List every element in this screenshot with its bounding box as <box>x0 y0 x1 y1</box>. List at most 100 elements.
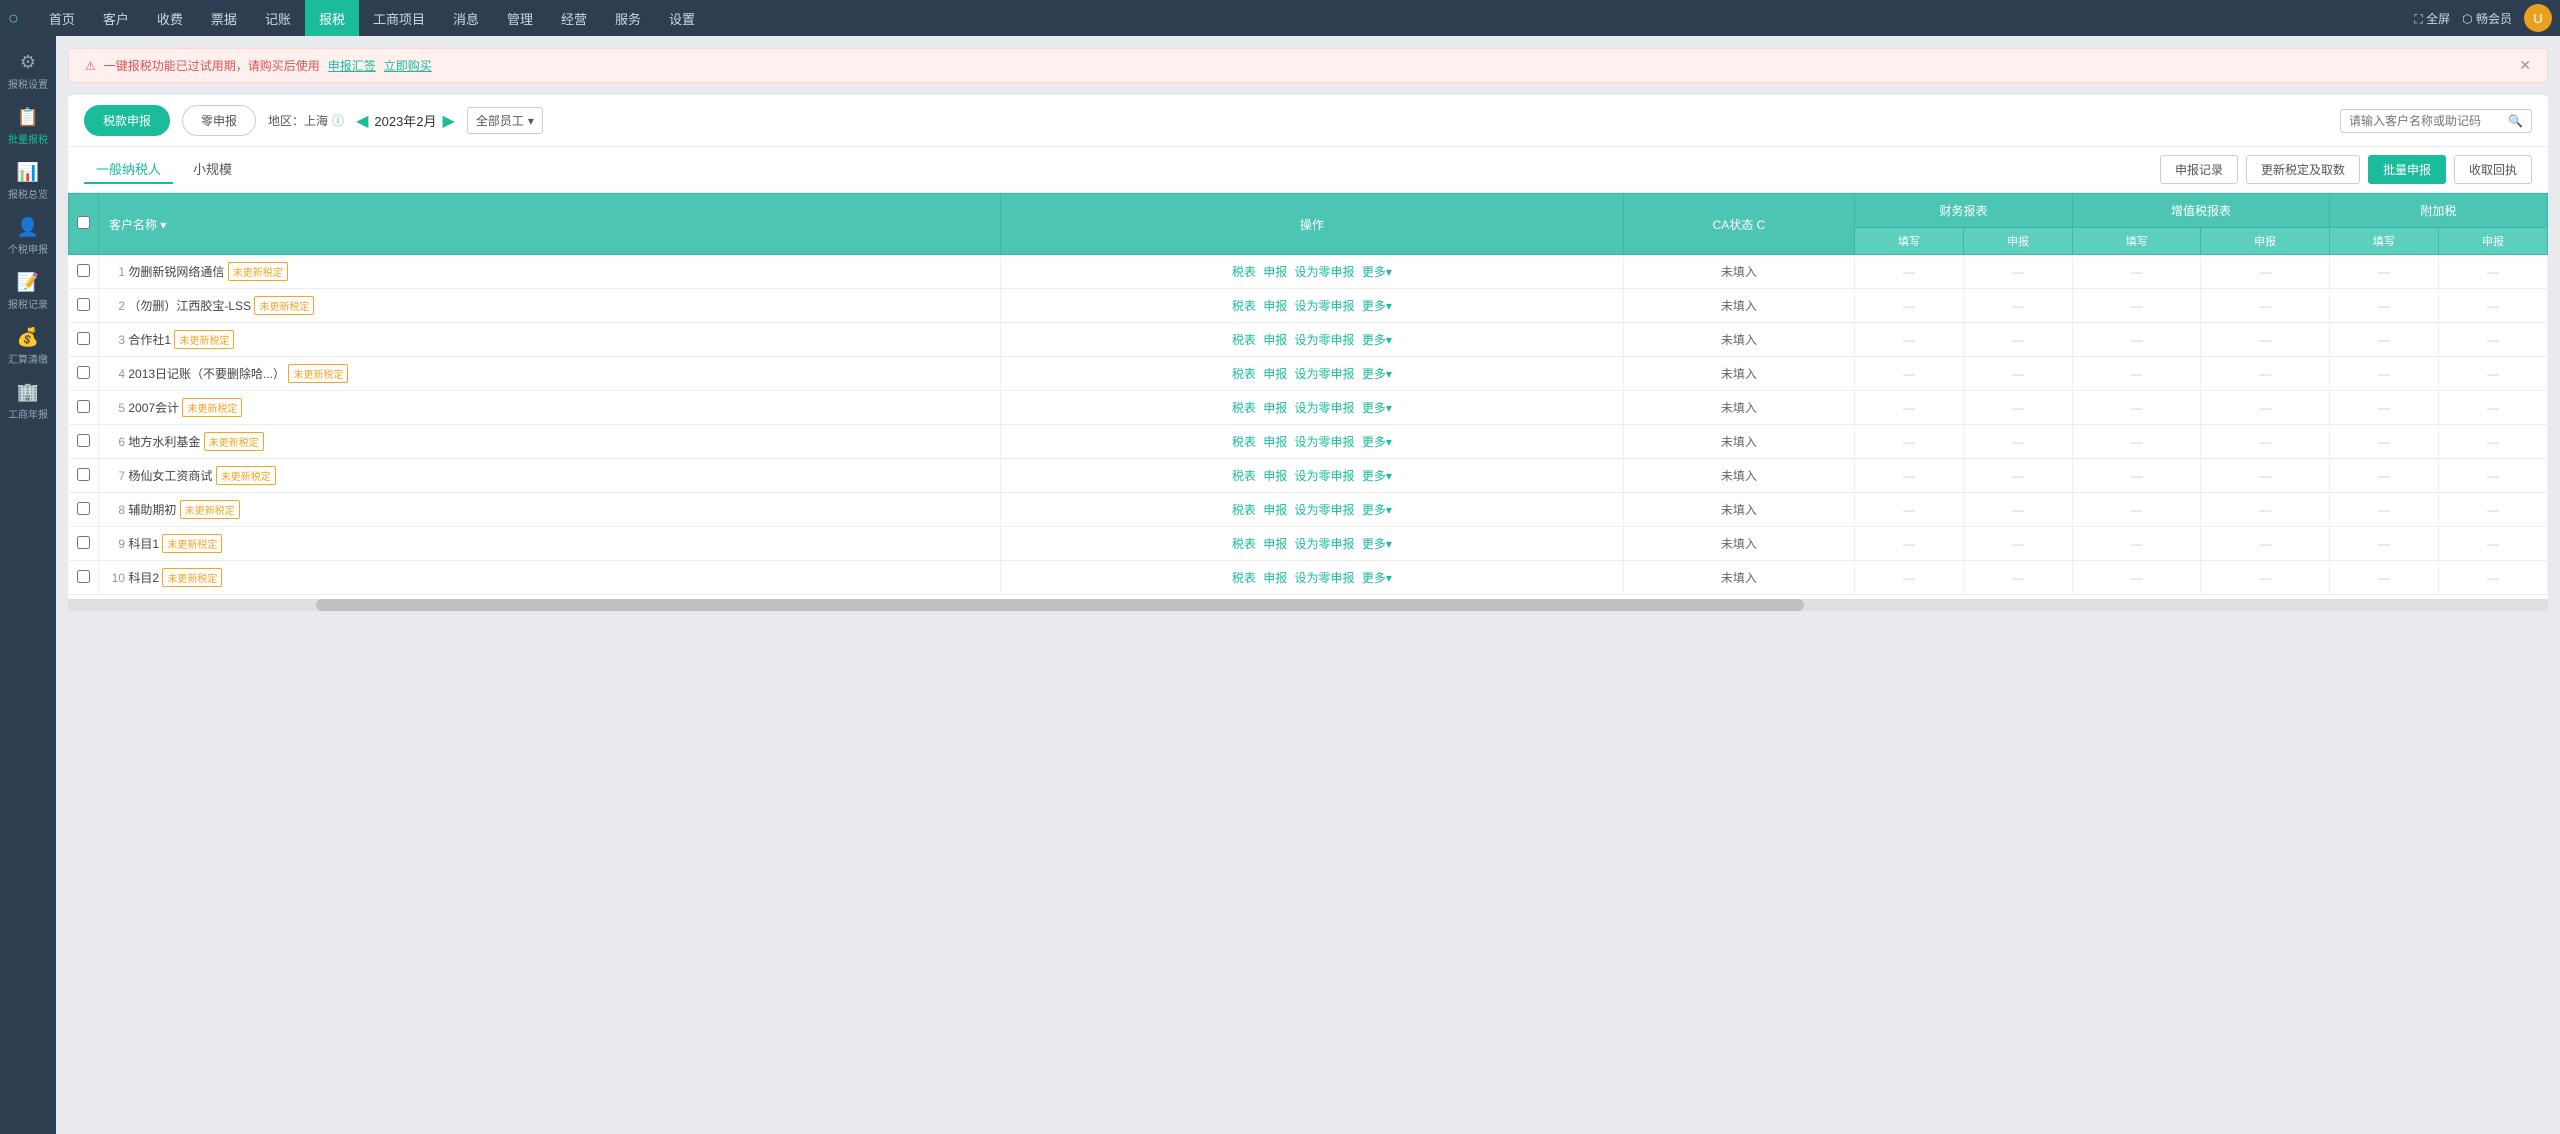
operation-cell: 税表 申报 设为零申报 更多▾ <box>1000 459 1623 493</box>
op-more[interactable]: 更多▾ <box>1362 401 1392 415</box>
sidebar-item-tax-settings[interactable]: ⚙ 报税设置 <box>0 44 56 99</box>
financial-declare-cell: — <box>1964 357 2073 391</box>
op-declare[interactable]: 申报 <box>1263 435 1287 449</box>
op-more[interactable]: 更多▾ <box>1362 435 1392 449</box>
op-declare[interactable]: 申报 <box>1263 265 1287 279</box>
row-checkbox[interactable] <box>77 332 90 345</box>
row-number: 3 <box>105 333 125 347</box>
op-tax-table[interactable]: 税表 <box>1232 299 1256 313</box>
op-tax-table[interactable]: 税表 <box>1232 435 1256 449</box>
row-number: 8 <box>105 503 125 517</box>
table-row: 3 合作社1 未更新税定 税表 申报 设为零申报 更多▾ 未填入 — — — —… <box>69 323 2548 357</box>
op-set-zero[interactable]: 设为零申报 <box>1295 503 1355 517</box>
nav-home[interactable]: 首页 <box>35 0 89 36</box>
nav-invoice[interactable]: 票据 <box>197 0 251 36</box>
nav-message[interactable]: 消息 <box>439 0 493 36</box>
nav-service[interactable]: 服务 <box>601 0 655 36</box>
op-set-zero[interactable]: 设为零申报 <box>1295 537 1355 551</box>
row-checkbox[interactable] <box>77 298 90 311</box>
banner-link-buy[interactable]: 立即购买 <box>384 57 432 74</box>
banner-close-btn[interactable]: ✕ <box>2519 57 2531 74</box>
type-tab-general[interactable]: 一般纳税人 <box>84 155 173 184</box>
op-declare[interactable]: 申报 <box>1263 571 1287 585</box>
type-tab-small[interactable]: 小规模 <box>181 155 244 184</box>
horizontal-scrollbar[interactable] <box>68 599 2548 611</box>
op-more[interactable]: 更多▾ <box>1362 537 1392 551</box>
batch-declare-btn[interactable]: 批量申报 <box>2368 155 2446 184</box>
op-set-zero[interactable]: 设为零申报 <box>1295 469 1355 483</box>
op-more[interactable]: 更多▾ <box>1362 333 1392 347</box>
nav-tax[interactable]: 报税 <box>305 0 359 36</box>
retrieve-receipt-btn[interactable]: 收取回执 <box>2454 155 2532 184</box>
op-declare[interactable]: 申报 <box>1263 367 1287 381</box>
tab-tax-declaration[interactable]: 税款申报 <box>84 105 170 136</box>
surcharge-fill-cell: — <box>2329 289 2438 323</box>
op-set-zero[interactable]: 设为零申报 <box>1295 299 1355 313</box>
scrollbar-thumb[interactable] <box>316 599 1804 611</box>
tab-zero-declaration[interactable]: 零申报 <box>182 105 256 136</box>
row-checkbox-cell <box>69 425 99 459</box>
op-tax-table[interactable]: 税表 <box>1232 503 1256 517</box>
nav-operation[interactable]: 经营 <box>547 0 601 36</box>
row-checkbox[interactable] <box>77 570 90 583</box>
row-checkbox[interactable] <box>77 264 90 277</box>
sidebar-item-tax-record[interactable]: 📝 报税记录 <box>0 264 56 319</box>
row-checkbox[interactable] <box>77 400 90 413</box>
op-declare[interactable]: 申报 <box>1263 537 1287 551</box>
op-tax-table[interactable]: 税表 <box>1232 469 1256 483</box>
nav-bookkeeping[interactable]: 记账 <box>251 0 305 36</box>
op-declare[interactable]: 申报 <box>1263 469 1287 483</box>
op-declare[interactable]: 申报 <box>1263 503 1287 517</box>
op-more[interactable]: 更多▾ <box>1362 299 1392 313</box>
op-tax-table[interactable]: 税表 <box>1232 367 1256 381</box>
sidebar-item-personal-tax[interactable]: 👤 个税申报 <box>0 209 56 264</box>
member-btn[interactable]: ⬡ 畅会员 <box>2462 10 2512 27</box>
toolbar: 税款申报 零申报 地区：上海 ⓘ ◀ 2023年2月 ▶ 全部员工 ▾ 🔍 <box>68 95 2548 147</box>
op-declare[interactable]: 申报 <box>1263 333 1287 347</box>
fullscreen-btn[interactable]: ⛶ 全屏 <box>2414 10 2450 27</box>
op-tax-table[interactable]: 税表 <box>1232 333 1256 347</box>
banner-link-report[interactable]: 申报汇签 <box>328 57 376 74</box>
row-checkbox[interactable] <box>77 468 90 481</box>
op-set-zero[interactable]: 设为零申报 <box>1295 435 1355 449</box>
sidebar-item-batch-tax[interactable]: 📋 批量报税 <box>0 99 56 154</box>
op-tax-table[interactable]: 税表 <box>1232 401 1256 415</box>
op-tax-table[interactable]: 税表 <box>1232 537 1256 551</box>
op-more[interactable]: 更多▾ <box>1362 571 1392 585</box>
select-all-checkbox[interactable] <box>77 216 90 229</box>
sidebar-item-tax-overview[interactable]: 📊 报税总览 <box>0 154 56 209</box>
op-set-zero[interactable]: 设为零申报 <box>1295 401 1355 415</box>
row-checkbox[interactable] <box>77 536 90 549</box>
op-declare[interactable]: 申报 <box>1263 401 1287 415</box>
nav-charge[interactable]: 收费 <box>143 0 197 36</box>
nav-settings[interactable]: 设置 <box>655 0 709 36</box>
op-set-zero[interactable]: 设为零申报 <box>1295 333 1355 347</box>
row-checkbox[interactable] <box>77 434 90 447</box>
next-month-btn[interactable]: ▶ <box>443 111 455 131</box>
declaration-record-btn[interactable]: 申报记录 <box>2160 155 2238 184</box>
op-declare[interactable]: 申报 <box>1263 299 1287 313</box>
nav-commerce[interactable]: 工商项目 <box>359 0 439 36</box>
avatar: U <box>2524 4 2552 32</box>
op-set-zero[interactable]: 设为零申报 <box>1295 265 1355 279</box>
row-checkbox[interactable] <box>77 366 90 379</box>
sidebar-item-annual-settle[interactable]: 💰 汇算清缴 <box>0 319 56 374</box>
staff-selector[interactable]: 全部员工 ▾ <box>467 107 543 134</box>
op-more[interactable]: 更多▾ <box>1362 503 1392 517</box>
search-input[interactable] <box>2349 114 2504 128</box>
op-set-zero[interactable]: 设为零申报 <box>1295 367 1355 381</box>
op-more[interactable]: 更多▾ <box>1362 367 1392 381</box>
nav-manage[interactable]: 管理 <box>493 0 547 36</box>
row-checkbox[interactable] <box>77 502 90 515</box>
op-more[interactable]: 更多▾ <box>1362 469 1392 483</box>
op-set-zero[interactable]: 设为零申报 <box>1295 571 1355 585</box>
nav-client[interactable]: 客户 <box>89 0 143 36</box>
sidebar-item-annual-report[interactable]: 🏢 工商年报 <box>0 374 56 429</box>
op-tax-table[interactable]: 税表 <box>1232 571 1256 585</box>
op-tax-table[interactable]: 税表 <box>1232 265 1256 279</box>
op-more[interactable]: 更多▾ <box>1362 265 1392 279</box>
update-data-btn[interactable]: 更新税定及取数 <box>2246 155 2360 184</box>
prev-month-btn[interactable]: ◀ <box>356 111 368 131</box>
financial-fill-cell: — <box>1854 323 1963 357</box>
vat-declare-cell: — <box>2201 255 2329 289</box>
